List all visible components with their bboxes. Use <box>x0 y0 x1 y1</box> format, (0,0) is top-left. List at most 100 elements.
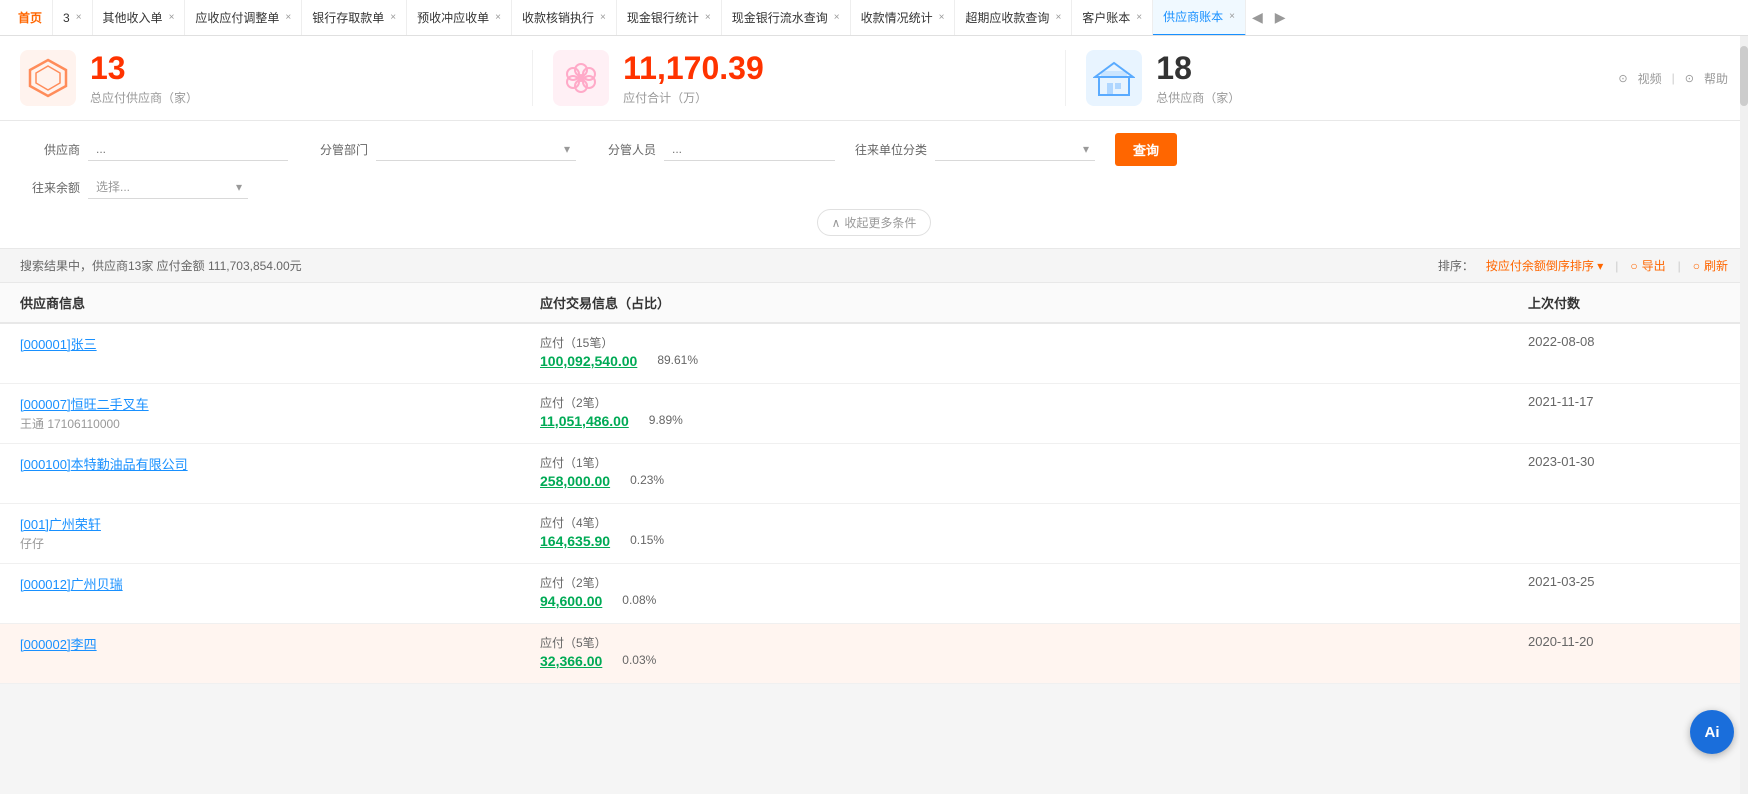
nav-tab-3[interactable]: 3 × <box>53 0 93 36</box>
nav-tab-bank-deposit[interactable]: 银行存取款单 × <box>302 0 407 36</box>
supplier-input[interactable] <box>88 138 288 161</box>
nav-prev-icon[interactable]: ◀ <box>1246 9 1269 26</box>
tx-amount-row-3: 258,000.00 0.23% <box>540 471 1528 489</box>
person-input[interactable] <box>664 138 835 161</box>
supplier-link-4[interactable]: [001]广州荣轩 <box>20 514 540 533</box>
top-right-links: ⊙ 视频 | ⊙ 帮助 <box>1618 70 1728 87</box>
nav-tab-cash-stat[interactable]: 现金银行统计 × <box>617 0 722 36</box>
search-button[interactable]: 查询 <box>1115 133 1177 166</box>
summary-text-total-suppliers: 18 总供应商（家） <box>1156 50 1240 106</box>
help-link[interactable]: 帮助 <box>1704 70 1728 87</box>
category-filter-label: 往来单位分类 <box>855 141 927 158</box>
close-tab-supplier-book-icon[interactable]: × <box>1229 11 1235 22</box>
refresh-button[interactable]: ○ 刷新 <box>1693 257 1728 274</box>
supplier-link-1[interactable]: [000001]张三 <box>20 334 540 353</box>
close-tab-receipt-stat-icon[interactable]: × <box>939 12 945 23</box>
table-row: [001]广州荣轩 仔仔 应付（4笔） 164,635.90 0.15% <box>0 504 1748 564</box>
supplier-info-3: [000100]本特勤油品有限公司 <box>20 454 540 473</box>
close-tab-adjustment-icon[interactable]: × <box>285 12 291 23</box>
supplier-sub-4: 仔仔 <box>20 535 540 552</box>
dept-filter-label: 分管部门 <box>308 141 368 158</box>
nav-tab-receipt-stat[interactable]: 收款情况统计 × <box>851 0 956 36</box>
tx-amount-2[interactable]: 11,051,486.00 <box>540 413 629 429</box>
tx-label-3: 应付（1笔） <box>540 454 607 471</box>
supplier-info-6: [000002]李四 <box>20 634 540 653</box>
category-select[interactable] <box>935 138 1095 161</box>
summary-card-total-suppliers: 18 总供应商（家） <box>1086 50 1598 106</box>
tx-amount-row-5: 94,600.00 0.08% <box>540 591 1528 609</box>
payable-total-label: 应付合计（万） <box>623 89 764 106</box>
summary-text-payable-suppliers: 13 总应付供应商（家） <box>90 50 198 106</box>
tx-amount-row-6: 32,366.00 0.03% <box>540 651 1528 669</box>
balance-select[interactable]: 选择... <box>88 176 248 199</box>
col-header-tx: 应付交易信息（占比） <box>540 293 1528 312</box>
summary-card-payable-suppliers: 13 总应付供应商（家） <box>20 50 533 106</box>
table-header: 供应商信息 应付交易信息（占比） 上次付数 <box>0 283 1748 324</box>
filter-item-balance: 往来余额 选择... <box>20 176 248 199</box>
collapse-button[interactable]: ∧ 收起更多条件 <box>817 209 932 236</box>
supplier-sub-2: 王通 17106110000 <box>20 415 540 432</box>
close-tab-receipt-verify-icon[interactable]: × <box>600 12 606 23</box>
nav-tab-overdue[interactable]: 超期应收款查询 × <box>955 0 1072 36</box>
nav-tab-other-income[interactable]: 其他收入单 × <box>93 0 186 36</box>
close-tab-other-income-icon[interactable]: × <box>169 12 175 23</box>
filter-item-person: 分管人员 <box>596 138 835 161</box>
tx-info-5: 应付（2笔） 94,600.00 0.08% <box>540 574 1528 609</box>
top-navigation: 首页 3 × 其他收入单 × 应收应付调整单 × 银行存取款单 × 预收冲应收单… <box>0 0 1748 36</box>
summary-card-payable-total: 11,170.39 应付合计（万） <box>553 50 1066 106</box>
balance-filter-label: 往来余额 <box>20 179 80 196</box>
person-filter-label: 分管人员 <box>596 141 656 158</box>
payable-total-amount: 11,170.39 <box>623 50 764 87</box>
tx-amount-5[interactable]: 94,600.00 <box>540 593 602 609</box>
nav-tab-cash-flow[interactable]: 现金银行流水查询 × <box>722 0 851 36</box>
tx-row-4: 应付（4笔） <box>540 514 1528 531</box>
tx-amount-row-1: 100,092,540.00 89.61% <box>540 351 1528 369</box>
nav-tab-home[interactable]: 首页 <box>8 0 53 36</box>
filter-row-2: 往来余额 选择... <box>20 176 1728 199</box>
sort-select[interactable]: 按应付余额倒序排序 ▾ <box>1486 257 1603 274</box>
close-tab-cash-stat-icon[interactable]: × <box>705 12 711 23</box>
supplier-info-4: [001]广州荣轩 仔仔 <box>20 514 540 552</box>
tx-amount-1[interactable]: 100,092,540.00 <box>540 353 637 369</box>
supplier-link-2[interactable]: [000007]恒旺二手叉车 <box>20 394 540 413</box>
nav-tab-pre-receive[interactable]: 预收冲应收单 × <box>407 0 512 36</box>
last-pay-5: 2021-03-25 <box>1528 574 1728 589</box>
close-tab-overdue-icon[interactable]: × <box>1055 12 1061 23</box>
supplier-link-3[interactable]: [000100]本特勤油品有限公司 <box>20 454 540 473</box>
dept-select[interactable] <box>376 138 576 161</box>
balance-select-wrapper: 选择... <box>88 176 248 199</box>
tx-row-2: 应付（2笔） <box>540 394 1528 411</box>
tx-amount-3[interactable]: 258,000.00 <box>540 473 610 489</box>
table-row: [000012]广州贝瑞 应付（2笔） 94,600.00 0.08% 2021… <box>0 564 1748 624</box>
scrollbar-thumb[interactable] <box>1740 46 1748 106</box>
close-tab-cash-flow-icon[interactable]: × <box>834 12 840 23</box>
nav-tab-supplier-book[interactable]: 供应商账本 × <box>1153 0 1246 36</box>
close-tab-pre-receive-icon[interactable]: × <box>495 12 501 23</box>
summary-text-payable-total: 11,170.39 应付合计（万） <box>623 50 764 106</box>
video-link[interactable]: 视频 <box>1638 70 1662 87</box>
tx-amount-4[interactable]: 164,635.90 <box>540 533 610 549</box>
close-tab-bank-deposit-icon[interactable]: × <box>390 12 396 23</box>
tx-percent-4: 0.15% <box>630 533 664 547</box>
nav-next-icon[interactable]: ▶ <box>1269 9 1292 26</box>
nav-tab-adjustment[interactable]: 应收应付调整单 × <box>185 0 302 36</box>
summary-icon-flower <box>553 50 609 106</box>
total-suppliers-count: 18 <box>1156 50 1240 87</box>
supplier-link-6[interactable]: [000002]李四 <box>20 634 540 653</box>
scrollbar-track <box>1740 36 1748 794</box>
close-tab-customer-book-icon[interactable]: × <box>1136 12 1142 23</box>
ai-button[interactable]: Ai <box>1690 710 1734 754</box>
filter-item-category: 往来单位分类 <box>855 138 1095 161</box>
tx-amount-6[interactable]: 32,366.00 <box>540 653 602 669</box>
tx-row-1: 应付（15笔） <box>540 334 1528 351</box>
nav-tab-customer-book[interactable]: 客户账本 × <box>1072 0 1153 36</box>
export-button[interactable]: ○ 导出 <box>1630 257 1665 274</box>
tx-percent-5: 0.08% <box>622 593 656 607</box>
refresh-icon: ○ <box>1693 259 1700 273</box>
nav-tab-receipt-verify[interactable]: 收款核销执行 × <box>512 0 617 36</box>
tx-percent-2: 9.89% <box>649 413 683 427</box>
supplier-link-5[interactable]: [000012]广州贝瑞 <box>20 574 540 593</box>
close-tab-3-icon[interactable]: × <box>76 12 82 23</box>
tx-label-6: 应付（5笔） <box>540 634 607 651</box>
tx-info-2: 应付（2笔） 11,051,486.00 9.89% <box>540 394 1528 429</box>
